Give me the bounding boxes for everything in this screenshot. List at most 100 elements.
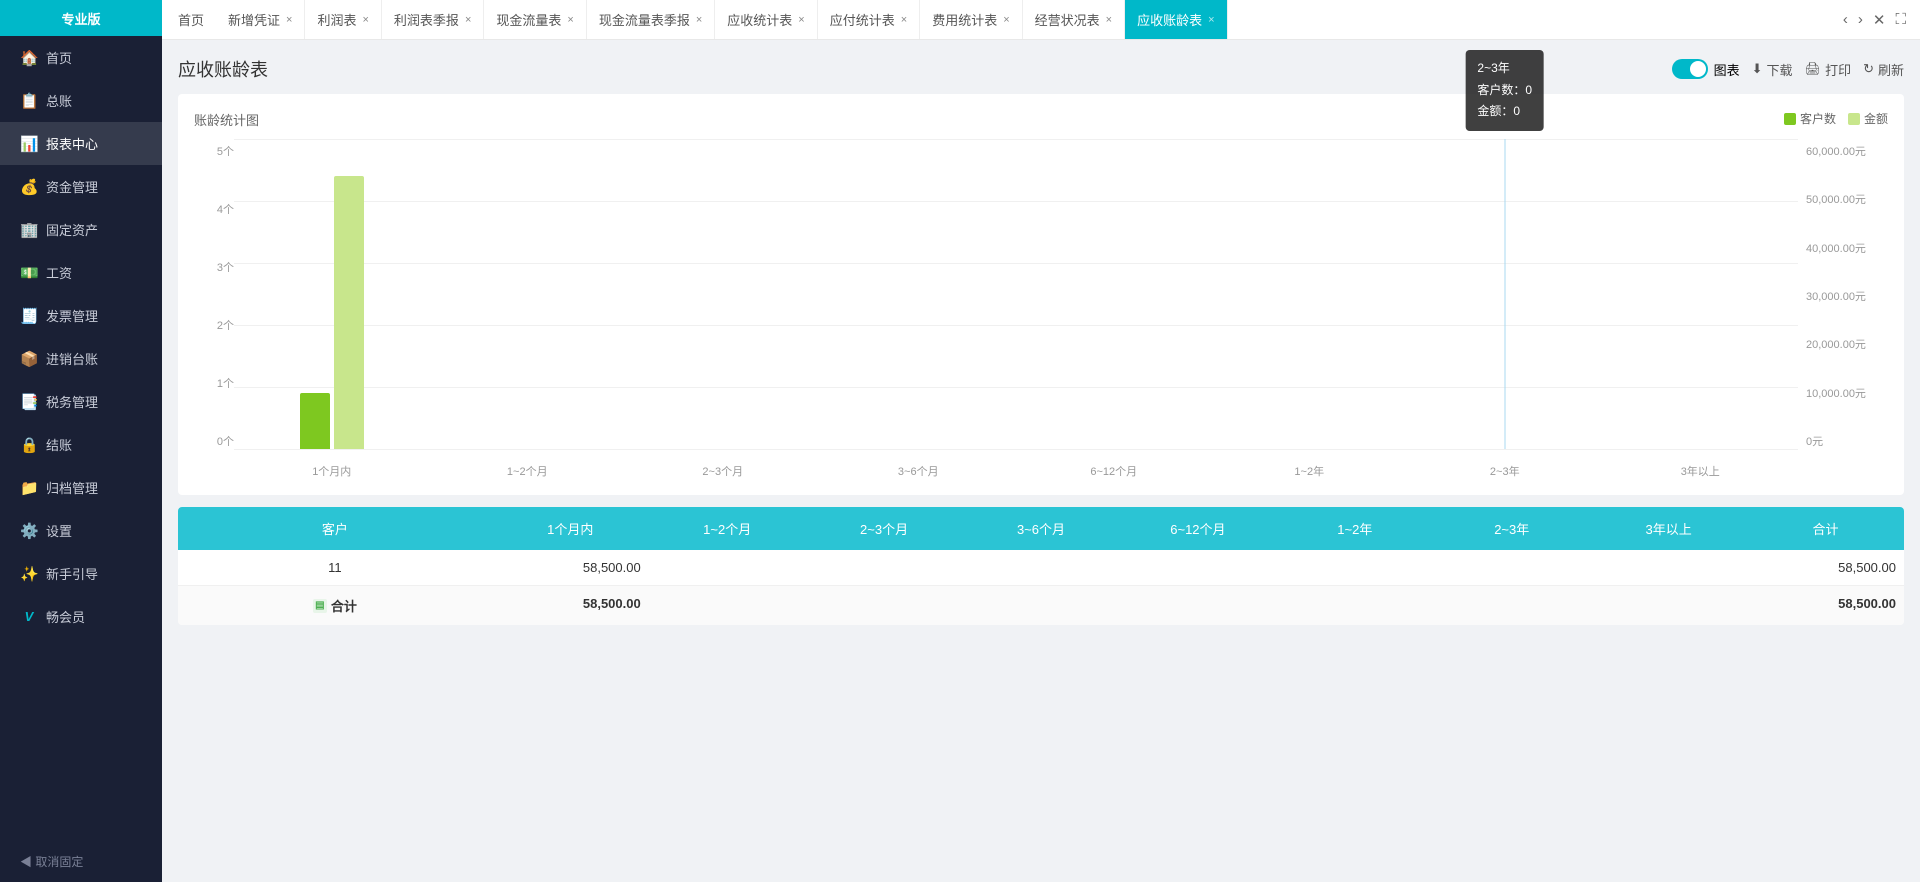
x-label-1m: 1个月内 [234, 463, 430, 479]
sidebar-item-purchase[interactable]: 📦 进销台账 [0, 337, 162, 380]
tab-receivable-stat[interactable]: 应收统计表 × [715, 0, 817, 39]
y-right-40k: 40,000.00元 [1806, 240, 1866, 256]
download-button[interactable]: ⬇ 下载 [1752, 60, 1793, 79]
legend-customer: 客户数 [1784, 110, 1836, 127]
tab-close-receivable-stat[interactable]: × [798, 14, 804, 26]
th-m1: 1个月内 [492, 507, 649, 550]
tab-aging[interactable]: 应收账龄表 × [1125, 0, 1227, 39]
app-logo: 专业版 [0, 0, 162, 36]
y-left-0: 0个 [217, 433, 234, 449]
y-left-3: 3个 [217, 259, 234, 275]
tab-home[interactable]: 首页 [166, 0, 216, 39]
td-m6-12-0 [1119, 550, 1276, 585]
tab-close-cashflow[interactable]: × [567, 14, 573, 26]
chart-inner: 2~3年 客户数：0 金额：0 1个月内 [234, 139, 1798, 479]
th-y2-3: 2~3年 [1433, 507, 1590, 550]
sidebar-item-home[interactable]: 🏠 首页 [0, 36, 162, 79]
tab-close-aging[interactable]: × [1208, 14, 1214, 26]
tab-cashflow[interactable]: 现金流量表 × [484, 0, 586, 39]
page-content: 应收账龄表 图表 ⬇ 下载 🖨 打印 ↻ 刷新 [162, 40, 1920, 882]
th-m2-3: 2~3个月 [806, 507, 963, 550]
unpin-button[interactable]: ◀ 取消固定 [0, 841, 162, 882]
sidebar-item-fixed[interactable]: 🏢 固定资产 [0, 208, 162, 251]
bar-group-2-3y: 2~3年 客户数：0 金额：0 [1407, 139, 1603, 449]
td-total-m3-6 [963, 586, 1120, 625]
tab-prev-button[interactable]: ‹ [1839, 9, 1852, 30]
tab-profit-quarter[interactable]: 利润表季报 × [382, 0, 484, 39]
sidebar-item-ledger[interactable]: 📋 总账 [0, 79, 162, 122]
settings-icon: ⚙️ [20, 522, 38, 540]
capital-icon: 💰 [20, 178, 38, 196]
x-label-3-6m: 3~6个月 [821, 463, 1017, 479]
bar-amount-1m [334, 176, 364, 449]
tax-icon: 📑 [20, 393, 38, 411]
y-axis-left: 5个 4个 3个 2个 1个 0个 [194, 139, 234, 479]
td-total-y2-3 [1433, 586, 1590, 625]
td-m3-6-0 [963, 550, 1120, 585]
home-icon: 🏠 [20, 49, 38, 67]
cursor-line [1504, 139, 1505, 449]
legend-amount-dot [1848, 113, 1860, 125]
sidebar-item-tax[interactable]: 📑 税务管理 [0, 380, 162, 423]
total-icon: ▤ [313, 599, 327, 613]
td-total-y3plus [1590, 586, 1747, 625]
chart-toggle-wrap: 图表 [1672, 59, 1740, 79]
tab-close-all-button[interactable]: ✕ [1869, 9, 1890, 31]
tab-close-payable-stat[interactable]: × [901, 14, 907, 26]
x-label-1-2y: 1~2年 [1212, 463, 1408, 479]
sidebar-item-guide[interactable]: ✨ 新手引导 [0, 552, 162, 595]
y-left-4: 4个 [217, 201, 234, 217]
tab-next-button[interactable]: › [1854, 9, 1867, 30]
sidebar-item-capital[interactable]: 💰 资金管理 [0, 165, 162, 208]
th-y1-2: 1~2年 [1276, 507, 1433, 550]
th-total: 合计 [1747, 507, 1904, 550]
td-m1-0: 58,500.00 [492, 550, 649, 585]
x-labels: 1个月内 1~2个月 2~3个月 3~6个月 6~12个月 1~2年 2~3年 … [234, 463, 1798, 479]
tab-profit[interactable]: 利润表 × [305, 0, 381, 39]
tab-voucher[interactable]: 新增凭证 × [216, 0, 305, 39]
sidebar-item-report[interactable]: 📊 报表中心 [0, 122, 162, 165]
tab-close-expense-stat[interactable]: × [1003, 14, 1009, 26]
x-label-2-3y: 2~3年 [1407, 463, 1603, 479]
sidebar-item-payroll[interactable]: 💵 工资 [0, 251, 162, 294]
close-accounts-icon: 🔒 [20, 436, 38, 454]
print-button[interactable]: 🖨 打印 [1805, 60, 1852, 79]
x-label-1-2m: 1~2个月 [430, 463, 626, 479]
ledger-icon: 📋 [20, 92, 38, 110]
tab-close-voucher[interactable]: × [286, 14, 292, 26]
sidebar-item-vip[interactable]: V 畅会员 [0, 595, 162, 638]
x-label-2-3m: 2~3个月 [625, 463, 821, 479]
sidebar-item-close[interactable]: 🔒 结账 [0, 423, 162, 466]
chart-wrap: 5个 4个 3个 2个 1个 0个 [194, 139, 1888, 479]
chart-tooltip: 2~3年 客户数：0 金额：0 [1465, 50, 1544, 131]
refresh-icon: ↻ [1863, 61, 1874, 77]
td-y2-3-0 [1433, 550, 1590, 585]
y-right-20k: 20,000.00元 [1806, 336, 1866, 352]
tab-fullscreen-button[interactable]: ⛶ [1891, 9, 1910, 30]
th-customer: 客户 [178, 507, 492, 550]
sidebar-item-archive[interactable]: 📁 归档管理 [0, 466, 162, 509]
tab-close-business-stat[interactable]: × [1106, 14, 1112, 26]
total-label: ▤ 合计 [186, 596, 484, 615]
sidebar-item-invoice[interactable]: 🧾 发票管理 [0, 294, 162, 337]
legend-amount: 金额 [1848, 110, 1888, 127]
td-total-y1-2 [1276, 586, 1433, 625]
download-icon: ⬇ [1752, 61, 1763, 77]
tab-cashflow-quarter[interactable]: 现金流量表季报 × [587, 0, 715, 39]
y-axis-right: 60,000.00元 50,000.00元 40,000.00元 30,000.… [1798, 139, 1888, 479]
tab-close-profit-quarter[interactable]: × [465, 14, 471, 26]
tab-close-profit[interactable]: × [362, 14, 368, 26]
tab-expense-stat[interactable]: 费用统计表 × [920, 0, 1022, 39]
chart-toggle[interactable] [1672, 59, 1708, 79]
tab-bar-nav: ‹ › ✕ ⛶ [1833, 9, 1916, 31]
tab-close-cashflow-quarter[interactable]: × [696, 14, 702, 26]
fixed-icon: 🏢 [20, 221, 38, 239]
sidebar-item-settings[interactable]: ⚙️ 设置 [0, 509, 162, 552]
legend-customer-dot [1784, 113, 1796, 125]
refresh-button[interactable]: ↻ 刷新 [1863, 60, 1904, 79]
tab-payable-stat[interactable]: 应付统计表 × [818, 0, 920, 39]
chart-container: 账龄统计图 客户数 金额 5个 4个 3个 2个 1个 [178, 94, 1904, 495]
td-customer-0: 11 [178, 550, 492, 585]
bar-customer-1m [300, 393, 330, 449]
tab-business-stat[interactable]: 经营状况表 × [1023, 0, 1125, 39]
